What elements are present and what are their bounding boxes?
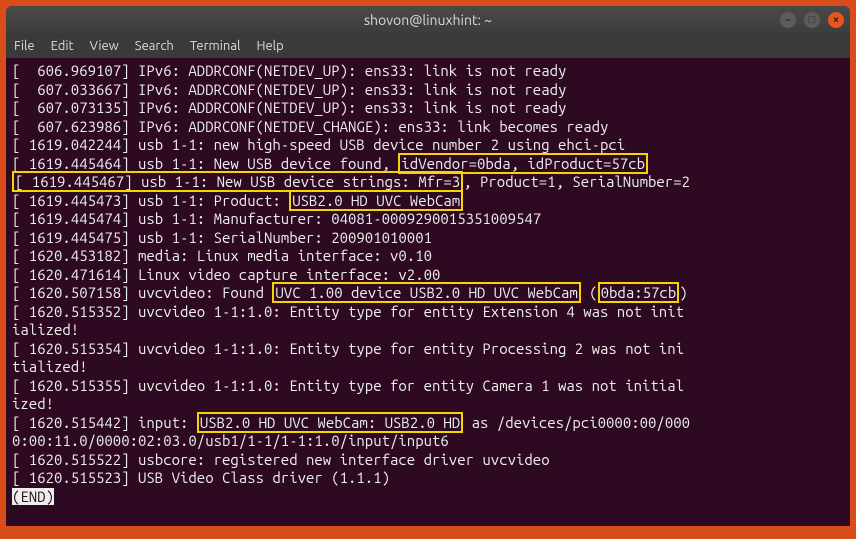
log-line: , Product=1, SerialNumber=2 [463,173,690,190]
log-line: [ 607.073135] IPv6: ADDRCONF(NETDEV_UP):… [12,99,566,116]
close-button[interactable]: × [828,12,844,28]
log-line: [ 1620.507158] uvcvideo: Found [12,284,272,301]
log-line: [ 1619.445473] usb 1-1: Product: [12,192,289,209]
log-line: as /devices/pci0000:00/000 [463,414,690,431]
log-line: ized! [12,395,54,412]
log-line: [ 1619.445474] usb 1-1: Manufacturer: 04… [12,210,541,227]
menu-search[interactable]: Search [135,39,174,53]
terminal-output[interactable]: [ 606.969107] IPv6: ADDRCONF(NETDEV_UP):… [6,58,850,510]
menubar: File Edit View Search Terminal Help [6,34,850,58]
highlight-uvc-device: UVC 1.00 device USB2.0 HD UVC WebCam [272,282,580,303]
window-title: shovon@linuxhint: ~ [364,12,492,28]
highlight-mfr: [ 1619.445467] usb 1-1: New USB device s… [12,171,463,192]
menu-view[interactable]: View [90,39,119,53]
menu-edit[interactable]: Edit [51,39,74,53]
log-line: tialized! [12,358,88,375]
log-line: [ 1620.515354] uvcvideo 1-1:1.0: Entity … [12,340,684,357]
log-line: [ 607.033667] IPv6: ADDRCONF(NETDEV_UP):… [12,81,566,98]
window-controls: – □ × [780,12,844,28]
log-line: 0:00:11.0/0000:02:03.0/usb1/1-1/1-1:1.0/… [12,432,449,449]
minimize-button[interactable]: – [780,12,796,28]
log-line: [ 1619.042244] usb 1-1: new high-speed U… [12,136,625,153]
menu-help[interactable]: Help [256,39,283,53]
log-line: [ 1620.515523] USB Video Class driver (1… [12,469,390,486]
log-line: ( [581,284,598,301]
log-line: [ 1620.515355] uvcvideo 1-1:1.0: Entity … [12,377,684,394]
log-line: [ 1619.445475] usb 1-1: SerialNumber: 20… [12,229,432,246]
maximize-button[interactable]: □ [804,12,820,28]
titlebar: shovon@linuxhint: ~ – □ × [6,6,850,34]
menu-terminal[interactable]: Terminal [190,39,241,53]
terminal-window: shovon@linuxhint: ~ – □ × File Edit View… [6,6,850,526]
log-line: [ 1620.515442] input: [12,414,197,431]
highlight-product: USB2.0 HD UVC WebCam [289,190,463,211]
highlight-input: USB2.0 HD UVC WebCam: USB2.0 HD [197,412,463,433]
menu-file[interactable]: File [14,39,35,53]
log-line: ) [679,284,687,301]
pager-end: (END) [12,488,54,505]
log-line: ialized! [12,321,79,338]
log-line: [ 606.969107] IPv6: ADDRCONF(NETDEV_UP):… [12,62,566,79]
log-line: [ 1620.515352] uvcvideo 1-1:1.0: Entity … [12,303,684,320]
log-line: [ 1620.515522] usbcore: registered new i… [12,451,550,468]
highlight-device-id: 0bda:57cb [598,282,680,303]
log-line: [ 1620.471614] Linux video capture inter… [12,266,440,283]
log-line: [ 1619.445464] usb 1-1: New USB device f… [12,155,398,172]
log-line: [ 607.623986] IPv6: ADDRCONF(NETDEV_CHAN… [12,118,608,135]
log-line: [ 1620.453182] media: Linux media interf… [12,247,432,264]
